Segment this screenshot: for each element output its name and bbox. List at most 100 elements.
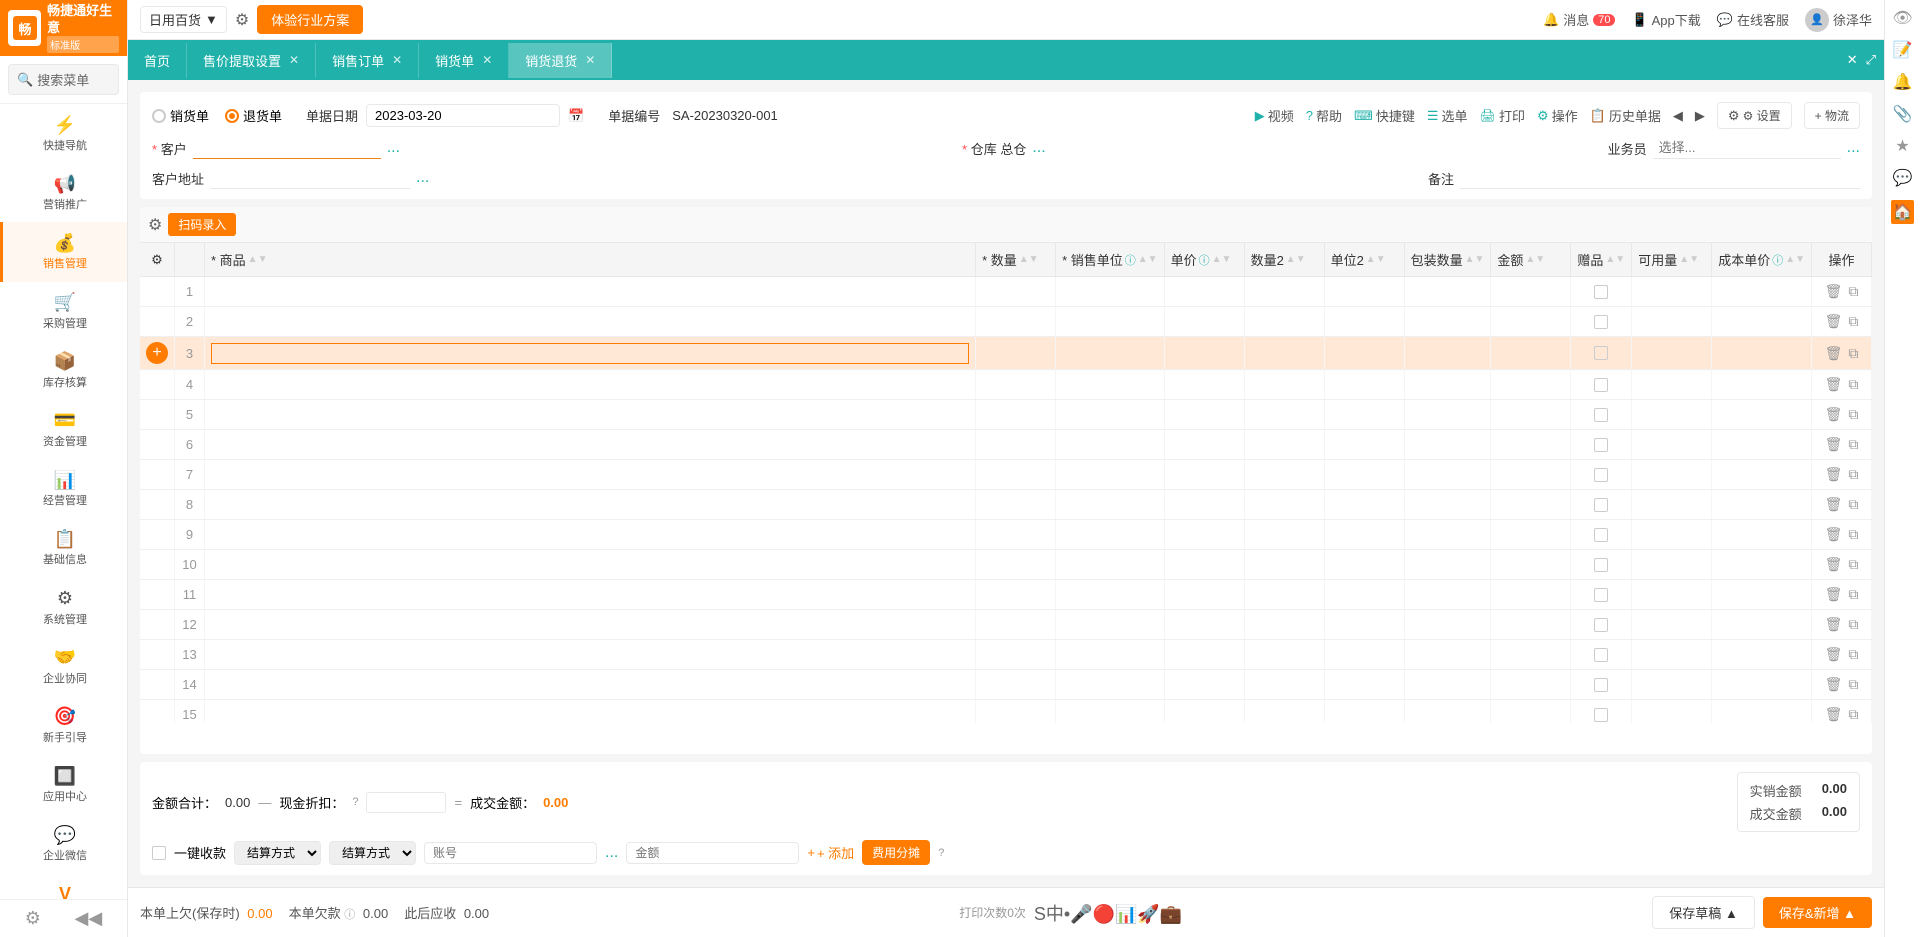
date-input[interactable] [366,104,560,127]
tab-price-settings[interactable]: 售价提取设置 ✕ [187,43,316,78]
add-row-button[interactable]: + [146,342,168,364]
one-click-payment-checkbox[interactable] [152,846,166,860]
td-gift-3[interactable] [1571,337,1632,370]
scan-button[interactable]: 扫码录入 [168,213,236,236]
copy-row-13[interactable]: ⧉ [1848,646,1858,663]
tab-sales[interactable]: 销货单 ✕ [419,43,509,78]
address-input[interactable] [210,167,410,189]
gift-checkbox-5[interactable] [1594,408,1608,422]
td-unit2-3[interactable] [1324,337,1404,370]
right-panel-btn-3[interactable]: 🔔 [1893,72,1913,92]
add-logistics-button[interactable]: + 物流 [1804,102,1860,129]
cost-info-icon[interactable]: ⓘ [1772,252,1783,268]
tab-home[interactable]: 首页 [128,43,187,78]
split-info-icon[interactable]: ? [938,847,944,859]
gift-checkbox-15[interactable] [1594,708,1608,722]
customer-input[interactable] [193,137,381,159]
gift-checkbox-14[interactable] [1594,678,1608,692]
delete-row-6[interactable]: 🗑 [1825,436,1843,453]
gift-checkbox-13[interactable] [1594,648,1608,662]
product-input-3[interactable] [211,343,969,364]
td-qty2-3[interactable] [1244,337,1324,370]
td-amount-2[interactable] [1491,307,1571,337]
sidebar-item-marketing[interactable]: 📢 营销推广 [0,163,127,222]
copy-row-7[interactable]: ⧉ [1848,466,1858,483]
delete-row-2[interactable]: 🗑 [1825,313,1843,330]
calc-method-select-2[interactable]: 结算方式 [329,841,416,865]
td-qty2-2[interactable] [1244,307,1324,337]
td-unit2-1[interactable] [1324,277,1404,307]
td-unit2-2[interactable] [1324,307,1404,337]
radio-sale[interactable]: 销货单 [152,106,209,125]
copy-row-9[interactable]: ⧉ [1848,526,1858,543]
sidebar-item-collab[interactable]: 🤝 企业协同 [0,637,127,696]
account-select-icon[interactable]: ... [605,845,618,861]
delete-row-14[interactable]: 🗑 [1825,676,1843,693]
tab-sales-order[interactable]: 销售订单 ✕ [316,43,419,78]
warehouse-select-icon[interactable]: ... [1032,140,1045,156]
collapse-icon[interactable]: ◀◀ [75,908,103,929]
category-selector[interactable]: 日用百货 ▼ [140,6,227,33]
gift-checkbox-12[interactable] [1594,618,1608,632]
discount-info-icon[interactable]: ? [352,796,358,808]
delete-row-8[interactable]: 🗑 [1825,496,1843,513]
td-pkg-1[interactable] [1404,277,1491,307]
experience-button[interactable]: 体验行业方案 [257,5,363,34]
search-menu-button[interactable]: 🔍 搜索菜单 [8,64,119,95]
tab-close-price-settings[interactable]: ✕ [289,53,299,67]
salesperson-select-icon[interactable]: ... [1847,140,1860,156]
add-payment-button[interactable]: + + 添加 [807,843,854,862]
gift-checkbox-10[interactable] [1594,558,1608,572]
address-select-icon[interactable]: ... [416,170,429,186]
amount-input[interactable] [626,842,799,864]
save-new-button[interactable]: 保存&新增 ▲ [1763,897,1872,928]
delete-row-15[interactable]: 🗑 [1825,706,1843,723]
copy-row-5[interactable]: ⧉ [1848,406,1858,423]
td-pkg-2[interactable] [1404,307,1491,337]
td-pkg-3[interactable] [1404,337,1491,370]
right-panel-btn-4[interactable]: 📎 [1893,104,1913,124]
td-unit-1[interactable] [1056,277,1164,307]
td-product-1[interactable] [205,277,976,307]
gift-checkbox-8[interactable] [1594,498,1608,512]
td-qty-2[interactable] [976,307,1056,337]
table-settings-icon[interactable]: ⚙ [148,215,162,235]
tab-close-sales-return[interactable]: ✕ [585,53,595,67]
sidebar-item-operations[interactable]: 📊 经营管理 [0,459,127,518]
td-unit-2[interactable] [1056,307,1164,337]
copy-row-10[interactable]: ⧉ [1848,556,1858,573]
gift-checkbox-3[interactable] [1594,346,1608,360]
message-button[interactable]: 🔔 消息 70 [1543,10,1615,29]
topbar-settings-icon[interactable]: ⚙ [235,10,249,30]
radio-return[interactable]: 退货单 [225,106,282,125]
copy-row-15[interactable]: ⧉ [1848,706,1858,723]
account-input[interactable] [424,842,597,864]
calendar-icon[interactable]: 📅 [568,108,584,124]
sidebar-item-wechat[interactable]: 💬 企业微信 [0,814,127,873]
sidebar-item-inventory[interactable]: 📦 库存核算 [0,341,127,400]
td-qty-1[interactable] [976,277,1056,307]
settings-bottom-icon[interactable]: ⚙ [25,908,41,929]
sidebar-item-guide[interactable]: 🎯 新手引导 [0,696,127,755]
calc-method-select[interactable]: 结算方式 [234,841,321,865]
right-panel-btn-1[interactable]: 👁 [1892,8,1912,28]
help-btn[interactable]: ? 帮助 [1306,106,1342,125]
td-product-3[interactable] [205,337,976,370]
td-gift-2[interactable] [1571,307,1632,337]
online-service-button[interactable]: 💬 在线客服 [1717,10,1789,29]
history-btn[interactable]: 📋 历史单据 [1590,106,1661,125]
sidebar-item-purchase[interactable]: 🛒 采购管理 [0,282,127,341]
nav-left-icon[interactable]: ◀ [1673,108,1683,124]
copy-row-12[interactable]: ⧉ [1848,616,1858,633]
copy-row-4[interactable]: ⧉ [1848,376,1858,393]
delete-row-9[interactable]: 🗑 [1825,526,1843,543]
copy-row-11[interactable]: ⧉ [1848,586,1858,603]
right-panel-btn-6[interactable]: 💬 [1893,168,1913,188]
print-btn[interactable]: 🖨 打印 [1480,106,1526,125]
delete-row-3[interactable]: 🗑 [1825,345,1843,362]
salesperson-input[interactable] [1653,137,1841,159]
delete-row-10[interactable]: 🗑 [1825,556,1843,573]
right-panel-btn-7[interactable]: 🏠 [1891,200,1915,224]
gift-checkbox-4[interactable] [1594,378,1608,392]
gift-checkbox-2[interactable] [1594,315,1608,329]
